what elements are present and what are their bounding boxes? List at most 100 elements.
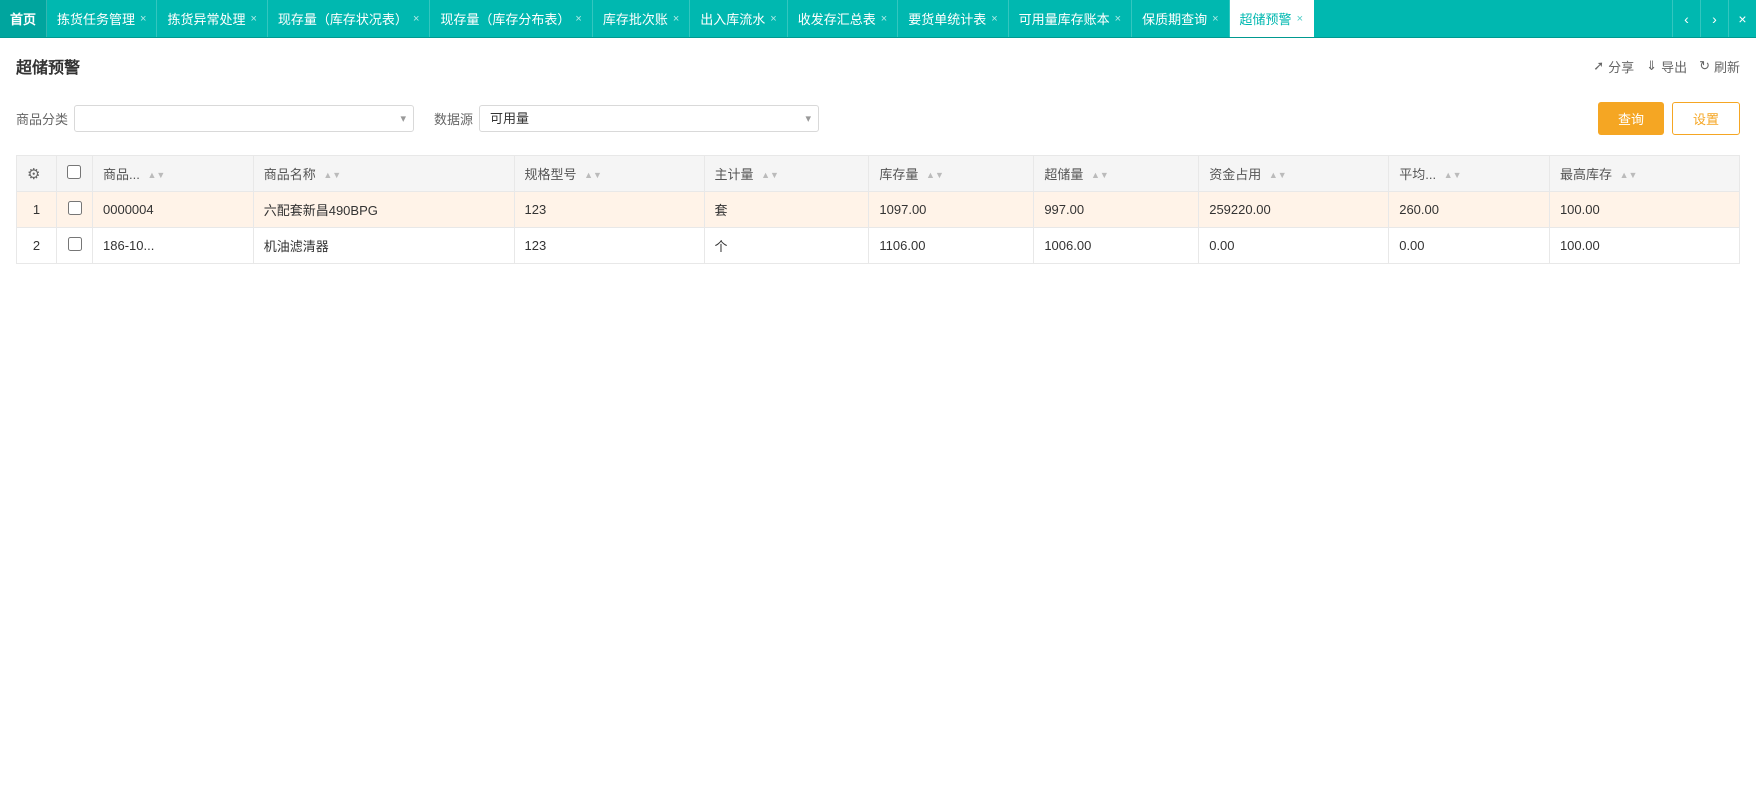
tab-close-icon[interactable]: × xyxy=(140,13,146,25)
nav-next-btn[interactable]: › xyxy=(1700,0,1728,38)
tab-close-icon[interactable]: × xyxy=(1297,13,1303,25)
row-checkbox[interactable] xyxy=(68,201,82,215)
tab-label: 拣货任务管理 xyxy=(57,9,135,28)
tab-label: 现存量（库存分布表） xyxy=(440,9,570,28)
sort-icon-4: ▲▼ xyxy=(761,171,779,180)
col-unit-label: 主计量 xyxy=(715,167,754,182)
col-spec-label: 规格型号 xyxy=(525,167,577,182)
cell-avg: 260.00 xyxy=(1389,192,1550,228)
filter-row: 商品分类 ▾ 数据源 可用量 库存量 ▾ 查询 设置 xyxy=(16,94,1740,143)
col-avg-label: 平均... xyxy=(1399,167,1436,182)
nav-tab-tab-9[interactable]: 可用量库存账本× xyxy=(1009,0,1132,37)
data-source-select-wrapper: 可用量 库存量 ▾ xyxy=(479,105,819,132)
tab-label: 超储预警 xyxy=(1240,9,1292,28)
row-checkbox-cell[interactable] xyxy=(57,228,93,264)
cell-stock: 1097.00 xyxy=(869,192,1034,228)
table-row[interactable]: 1 0000004 六配套新昌490BPG 123 套 1097.00 997.… xyxy=(17,192,1740,228)
tab-close-icon[interactable]: × xyxy=(881,13,887,25)
export-button[interactable]: ⇓ 导出 xyxy=(1646,57,1687,76)
tab-label: 现存量（库存状况表） xyxy=(278,9,408,28)
product-category-select[interactable] xyxy=(74,105,414,132)
tab-close-icon[interactable]: × xyxy=(770,13,776,25)
settings-button[interactable]: 设置 xyxy=(1672,102,1740,135)
cell-unit: 个 xyxy=(704,228,869,264)
col-product-code[interactable]: 商品... ▲▼ xyxy=(93,156,254,192)
col-overstock[interactable]: 超储量 ▲▼ xyxy=(1034,156,1199,192)
col-avg[interactable]: 平均... ▲▼ xyxy=(1389,156,1550,192)
row-num: 1 xyxy=(17,192,57,228)
tab-close-icon[interactable]: × xyxy=(991,13,997,25)
select-all-checkbox[interactable] xyxy=(67,165,81,179)
export-icon: ⇓ xyxy=(1646,58,1657,74)
sort-icon-5: ▲▼ xyxy=(926,171,944,180)
cell-avg: 0.00 xyxy=(1389,228,1550,264)
col-max-stock[interactable]: 最高库存 ▲▼ xyxy=(1549,156,1739,192)
nav-close-btn[interactable]: × xyxy=(1728,0,1756,38)
col-capital-label: 资金占用 xyxy=(1209,167,1261,182)
nav-tab-tab-11[interactable]: 超储预警 × xyxy=(1230,0,1314,37)
nav-tab-tab-1[interactable]: 拣货任务管理 × xyxy=(47,0,157,37)
filter-actions: 查询 设置 xyxy=(1598,102,1740,135)
nav-tab-tab-2[interactable]: 拣货异常处理 × xyxy=(157,0,267,37)
nav-prev-btn[interactable]: ‹ xyxy=(1672,0,1700,38)
nav-tab-tab-4[interactable]: 现存量（库存分布表） × xyxy=(430,0,592,37)
tab-label: 要货单统计表 xyxy=(908,9,986,28)
tab-close-icon[interactable]: × xyxy=(1115,13,1121,25)
page-header: 超储预警 ➚ 分享 ⇓ 导出 ↻ 刷新 xyxy=(16,54,1740,78)
nav-arrows: ‹ › × xyxy=(1672,0,1756,38)
top-navigation: 首页 拣货任务管理×拣货异常处理×现存量（库存状况表）×现存量（库存分布表）×库… xyxy=(0,0,1756,38)
data-source-select[interactable]: 可用量 库存量 xyxy=(479,105,819,132)
col-stock[interactable]: 库存量 ▲▼ xyxy=(869,156,1034,192)
sort-icon-2: ▲▼ xyxy=(323,171,341,180)
product-category-filter: 商品分类 ▾ xyxy=(16,105,414,132)
data-source-label: 数据源 xyxy=(434,109,473,128)
col-product-name[interactable]: 商品名称 ▲▼ xyxy=(253,156,514,192)
tab-close-icon[interactable]: × xyxy=(1212,13,1218,25)
row-checkbox-cell[interactable] xyxy=(57,192,93,228)
col-capital[interactable]: 资金占用 ▲▼ xyxy=(1199,156,1389,192)
nav-tab-tab-3[interactable]: 现存量（库存状况表） × xyxy=(268,0,430,37)
tab-close-icon[interactable]: × xyxy=(250,13,256,25)
share-button[interactable]: ➚ 分享 xyxy=(1593,57,1634,76)
col-spec[interactable]: 规格型号 ▲▼ xyxy=(514,156,704,192)
sort-icon-7: ▲▼ xyxy=(1269,171,1287,180)
nav-tab-tab-7[interactable]: 收发存汇总表× xyxy=(788,0,898,37)
sort-icon-3: ▲▼ xyxy=(584,171,602,180)
cell-product-name: 机油滤清器 xyxy=(253,228,514,264)
col-overstock-label: 超储量 xyxy=(1044,167,1083,182)
cell-max-stock: 100.00 xyxy=(1549,228,1739,264)
table-row[interactable]: 2 186-10... 机油滤清器 123 个 1106.00 1006.00 … xyxy=(17,228,1740,264)
tab-label: 库存批次账 xyxy=(603,9,668,28)
refresh-button[interactable]: ↻ 刷新 xyxy=(1699,57,1740,76)
col-max-stock-label: 最高库存 xyxy=(1560,167,1612,182)
tab-close-icon[interactable]: × xyxy=(673,13,679,25)
tab-label: 拣货异常处理 xyxy=(167,9,245,28)
col-product-name-label: 商品名称 xyxy=(264,167,316,182)
share-icon: ➚ xyxy=(1593,58,1604,74)
nav-home[interactable]: 首页 xyxy=(0,0,47,37)
col-unit[interactable]: 主计量 ▲▼ xyxy=(704,156,869,192)
cell-overstock: 1006.00 xyxy=(1034,228,1199,264)
col-checkbox[interactable] xyxy=(57,156,93,192)
nav-tab-tab-8[interactable]: 要货单统计表 × xyxy=(898,0,1008,37)
cell-product-name: 六配套新昌490BPG xyxy=(253,192,514,228)
refresh-icon: ↻ xyxy=(1699,58,1710,74)
tab-close-icon[interactable]: × xyxy=(413,13,419,25)
tab-close-icon[interactable]: × xyxy=(575,13,581,25)
cell-spec: 123 xyxy=(514,192,704,228)
row-checkbox[interactable] xyxy=(68,237,82,251)
data-source-filter: 数据源 可用量 库存量 ▾ xyxy=(434,105,819,132)
nav-tab-tab-10[interactable]: 保质期查询× xyxy=(1132,0,1229,37)
col-settings[interactable]: ⚙ xyxy=(17,156,57,192)
cell-unit: 套 xyxy=(704,192,869,228)
page-content: 超储预警 ➚ 分享 ⇓ 导出 ↻ 刷新 商品分类 ▾ xyxy=(0,38,1756,800)
query-button[interactable]: 查询 xyxy=(1598,102,1664,135)
nav-tab-tab-6[interactable]: 出入库流水× xyxy=(690,0,787,37)
nav-tab-tab-5[interactable]: 库存批次账 × xyxy=(593,0,690,37)
gear-icon: ⚙ xyxy=(27,166,40,183)
cell-spec: 123 xyxy=(514,228,704,264)
cell-stock: 1106.00 xyxy=(869,228,1034,264)
sort-icon-9: ▲▼ xyxy=(1620,171,1638,180)
product-category-label: 商品分类 xyxy=(16,109,68,128)
col-stock-label: 库存量 xyxy=(879,167,918,182)
